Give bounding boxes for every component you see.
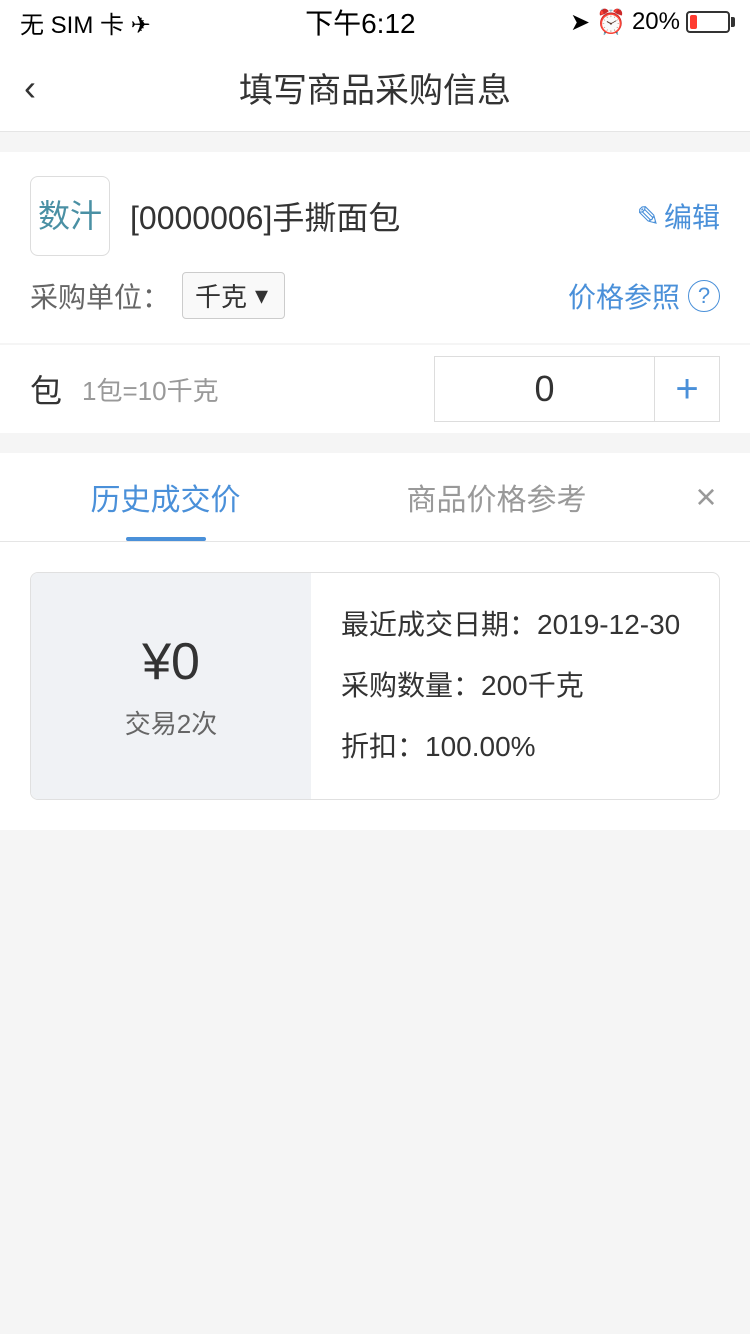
tab-history-price[interactable]: 历史成交价 bbox=[0, 453, 331, 541]
quantity-row: 包 1包=10千克 + bbox=[0, 345, 750, 433]
unit-label: 采购单位： bbox=[30, 276, 170, 316]
nav-bar: ‹ 填写商品采购信息 bbox=[0, 44, 750, 132]
discount-value: 100.00% bbox=[425, 731, 536, 762]
chevron-down-icon: ▾ bbox=[255, 280, 268, 311]
alarm-icon: ⏰ bbox=[596, 8, 626, 37]
unit-value: 千克 bbox=[195, 277, 247, 314]
tab-product-price-ref[interactable]: 商品价格参考 bbox=[331, 453, 662, 541]
unit-row: 采购单位： 千克 ▾ bbox=[30, 272, 285, 319]
recent-date-label: 最近成交日期： bbox=[341, 609, 537, 640]
unit-hint: 1包=10千克 bbox=[82, 371, 219, 408]
discount-label: 折扣： bbox=[341, 731, 425, 762]
tab-active-indicator bbox=[126, 537, 206, 541]
price-details: 最近成交日期：2019-12-30 采购数量：200千克 折扣：100.00% bbox=[311, 573, 719, 799]
status-left: 无 SIM 卡 ✈ bbox=[20, 5, 151, 40]
product-info: 数汁 [0000006]手撕面包 bbox=[30, 176, 637, 256]
recent-date-value: 2019-12-30 bbox=[537, 609, 680, 640]
trade-count: 交易2次 bbox=[125, 704, 217, 741]
purchase-qty-label: 采购数量： bbox=[341, 670, 481, 701]
location-icon: ➤ bbox=[570, 8, 590, 37]
page-title: 填写商品采购信息 bbox=[239, 63, 511, 112]
price-ref-label: 价格参照 bbox=[568, 276, 680, 316]
content-area: ¥0 交易2次 最近成交日期：2019-12-30 采购数量：200千克 折扣：… bbox=[0, 542, 750, 830]
price-summary: ¥0 交易2次 bbox=[31, 573, 311, 799]
quantity-input[interactable] bbox=[434, 356, 654, 422]
product-card: 数汁 [0000006]手撕面包 ✎ 编辑 采购单位： 千克 ▾ 价格参照 ? bbox=[0, 152, 750, 343]
purchase-qty-row: 采购数量：200千克 bbox=[341, 664, 689, 709]
sim-label: 无 SIM 卡 ✈ bbox=[20, 5, 151, 40]
status-time: 下午6:12 bbox=[305, 2, 416, 42]
tab-product-price-label: 商品价格参考 bbox=[407, 475, 587, 519]
price-amount: ¥0 bbox=[142, 632, 200, 692]
battery-indicator bbox=[686, 11, 730, 33]
battery-fill bbox=[690, 15, 697, 29]
help-icon: ? bbox=[688, 280, 720, 312]
edit-label: 编辑 bbox=[664, 196, 720, 236]
unit-select-button[interactable]: 千克 ▾ bbox=[182, 272, 285, 319]
purchase-qty-value: 200千克 bbox=[481, 670, 584, 701]
product-bottom: 采购单位： 千克 ▾ 价格参照 ? bbox=[30, 272, 720, 319]
back-button[interactable]: ‹ bbox=[24, 67, 36, 109]
unit-badge: 包 bbox=[30, 366, 62, 412]
qty-plus-button[interactable]: + bbox=[654, 356, 720, 422]
product-name: [0000006]手撕面包 bbox=[130, 193, 400, 239]
recent-date-row: 最近成交日期：2019-12-30 bbox=[341, 603, 689, 648]
tab-history-label: 历史成交价 bbox=[91, 475, 241, 519]
edit-button[interactable]: ✎ 编辑 bbox=[637, 196, 720, 236]
qty-input-wrap: + bbox=[239, 356, 720, 422]
status-right: ➤ ⏰ 20% bbox=[570, 8, 730, 37]
discount-row: 折扣：100.00% bbox=[341, 725, 689, 770]
battery-percent: 20% bbox=[632, 8, 680, 36]
edit-icon: ✎ bbox=[637, 200, 660, 233]
price-ref-button[interactable]: 价格参照 ? bbox=[568, 276, 720, 316]
tab-bar: 历史成交价 商品价格参考 × bbox=[0, 453, 750, 542]
tab-close-button[interactable]: × bbox=[662, 453, 750, 541]
price-card: ¥0 交易2次 最近成交日期：2019-12-30 采购数量：200千克 折扣：… bbox=[30, 572, 720, 800]
status-bar: 无 SIM 卡 ✈ 下午6:12 ➤ ⏰ 20% bbox=[0, 0, 750, 44]
product-top: 数汁 [0000006]手撕面包 ✎ 编辑 bbox=[30, 176, 720, 256]
product-icon: 数汁 bbox=[30, 176, 110, 256]
product-logo: 数汁 bbox=[38, 200, 102, 232]
